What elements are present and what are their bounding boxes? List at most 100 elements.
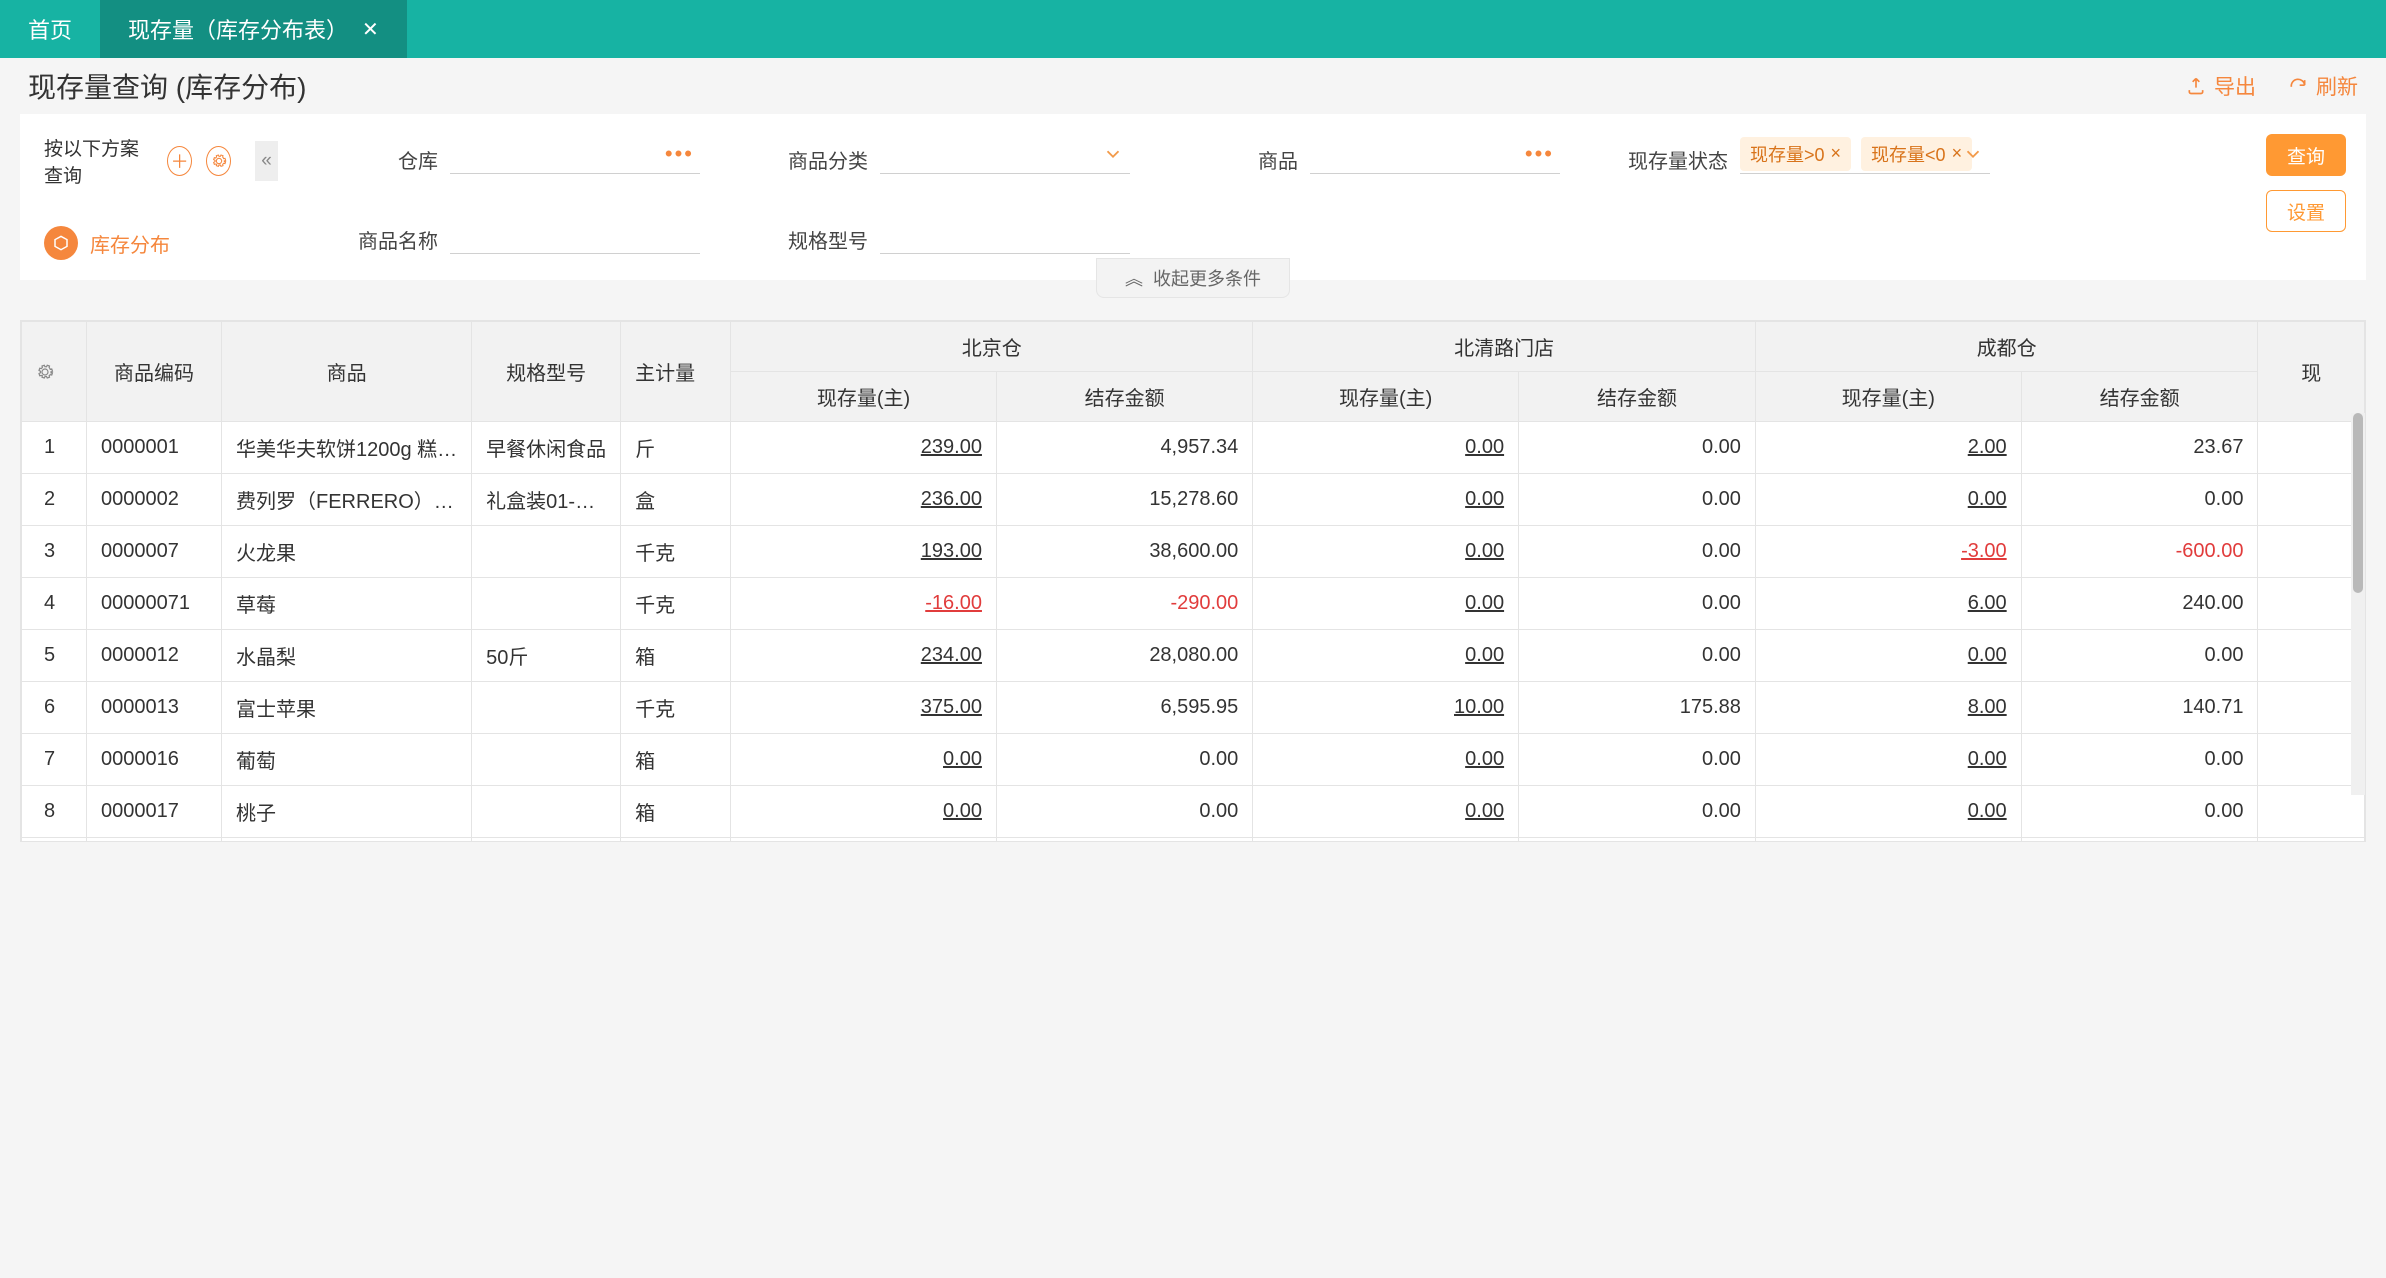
cell [472,734,621,786]
status-input[interactable]: 现存量>0× 现存量<0× [1740,134,1990,174]
amt-cell: 28,080.00 [996,630,1252,682]
amt-cell: 15,278.60 [996,474,1252,526]
settings-button[interactable]: 设置 [2266,190,2346,232]
close-icon[interactable]: ✕ [362,17,379,42]
qty-cell[interactable]: 2.00 [1755,422,2021,474]
qty-cell[interactable]: 0.00 [1253,838,1519,842]
title-actions: 导出 刷新 [2186,71,2358,101]
cell: 袋 [621,838,731,842]
col-group-bq[interactable]: 北清路门店 [1253,322,1756,372]
col-qty-partial[interactable]: 现 [2258,322,2365,422]
add-scheme-button[interactable]: ＋ [167,146,192,176]
scheme-title-row: 按以下方案查询 ＋ « [44,134,278,188]
product-name-field: 商品名称 [310,214,700,254]
refresh-label: 刷新 [2316,71,2358,101]
col-unit[interactable]: 主计量 [621,322,731,422]
close-icon[interactable]: × [1952,143,1963,164]
table-row[interactable]: 50000012水晶梨50斤箱234.0028,080.000.000.000.… [22,630,2365,682]
qty-cell[interactable]: 0.00 [1253,422,1519,474]
qty-cell[interactable]: 0.00 [1755,734,2021,786]
table-row[interactable]: 90000020百香果袋0.000.000.000.000.000.00 [22,838,2365,842]
qty-cell[interactable]: -3.00 [1755,526,2021,578]
qty-cell[interactable]: 193.00 [731,526,997,578]
cell: 千克 [621,578,731,630]
warehouse-field: 仓库 ••• [310,134,700,174]
chevron-down-icon[interactable] [1962,143,1984,165]
collapse-sidebar-button[interactable]: « [255,141,278,181]
export-button[interactable]: 导出 [2186,71,2256,101]
qty-cell[interactable]: 6.00 [1755,578,2021,630]
table-row[interactable]: 60000013富士苹果千克375.006,595.9510.00175.888… [22,682,2365,734]
close-icon[interactable]: × [1831,143,1842,164]
qty-cell[interactable]: 234.00 [731,630,997,682]
qty-cell[interactable]: 0.00 [731,786,997,838]
vertical-scrollbar[interactable] [2351,413,2365,795]
tab-current[interactable]: 现存量（库存分布表） ✕ [100,0,407,58]
qty-cell[interactable]: 10.00 [1253,682,1519,734]
qty-cell[interactable]: 0.00 [1755,838,2021,842]
warehouse-input[interactable]: ••• [450,134,700,174]
qty-cell[interactable]: 0.00 [1253,578,1519,630]
table-row[interactable]: 80000017桃子箱0.000.000.000.000.000.00 [22,786,2365,838]
category-label: 商品分类 [740,145,880,174]
qty-cell[interactable]: 0.00 [1253,474,1519,526]
qty-cell[interactable]: 239.00 [731,422,997,474]
col-group-bj[interactable]: 北京仓 [731,322,1253,372]
qty-cell[interactable]: 0.00 [1755,786,2021,838]
qty-cell[interactable]: 0.00 [1755,630,2021,682]
qty-cell[interactable]: 0.00 [1755,474,2021,526]
table-row[interactable]: 400000071草莓千克-16.00-290.000.000.006.0024… [22,578,2365,630]
col-product[interactable]: 商品 [222,322,472,422]
scheme-settings-button[interactable] [206,146,231,176]
product-input[interactable]: ••• [1310,134,1560,174]
table-row[interactable]: 20000002费列罗（FERRERO）…礼盒装01-…盒236.0015,27… [22,474,2365,526]
export-label: 导出 [2214,71,2256,101]
table-row[interactable]: 10000001华美华夫软饼1200g 糕…早餐休闲食品斤239.004,957… [22,422,2365,474]
tab-home[interactable]: 首页 [0,0,100,58]
col-cd-amt[interactable]: 结存金额 [2021,372,2258,422]
col-spec[interactable]: 规格型号 [472,322,621,422]
table-row[interactable]: 70000016葡萄箱0.000.000.000.000.000.00 [22,734,2365,786]
col-group-cd[interactable]: 成都仓 [1755,322,2258,372]
category-input[interactable] [880,134,1130,174]
col-bj-amt[interactable]: 结存金额 [996,372,1252,422]
col-bq-amt[interactable]: 结存金额 [1519,372,1756,422]
col-code[interactable]: 商品编码 [87,322,222,422]
cell: 费列罗（FERRERO）… [222,474,472,526]
cell: 0000013 [87,682,222,734]
more-icon[interactable]: ••• [665,141,694,167]
status-chip-lt0[interactable]: 现存量<0× [1861,137,1972,171]
col-bq-qty[interactable]: 现存量(主) [1253,372,1519,422]
refresh-button[interactable]: 刷新 [2288,71,2358,101]
column-settings-button[interactable] [22,322,87,422]
qty-cell[interactable]: 0.00 [1253,786,1519,838]
qty-cell[interactable]: 375.00 [731,682,997,734]
qty-cell[interactable]: 236.00 [731,474,997,526]
col-bj-qty[interactable]: 现存量(主) [731,372,997,422]
qty-cell[interactable]: 0.00 [1253,630,1519,682]
query-button[interactable]: 查询 [2266,134,2346,176]
scrollbar-thumb[interactable] [2353,413,2363,593]
qty-cell[interactable]: 0.00 [1253,734,1519,786]
qty-cell[interactable]: 0.00 [731,838,997,842]
product-name-input[interactable] [450,214,700,254]
cell: 箱 [621,734,731,786]
table-scroll[interactable]: 商品编码 商品 规格型号 主计量 北京仓 北清路门店 成都仓 现 现存量(主) … [21,321,2365,841]
amt-cell: 0.00 [2021,474,2258,526]
cube-icon [44,226,78,260]
qty-cell[interactable]: -16.00 [731,578,997,630]
table-row[interactable]: 30000007火龙果千克193.0038,600.000.000.00-3.0… [22,526,2365,578]
spec-input[interactable] [880,214,1130,254]
qty-cell[interactable]: 0.00 [1253,526,1519,578]
col-cd-qty[interactable]: 现存量(主) [1755,372,2021,422]
scheme-item-active[interactable]: 库存分布 [44,226,278,260]
cell: 0000001 [87,422,222,474]
more-icon[interactable]: ••• [1525,141,1554,167]
collapse-filters-button[interactable]: ︽ 收起更多条件 [1096,258,1290,298]
amt-cell: 6,595.95 [996,682,1252,734]
chevron-down-icon[interactable] [1102,143,1124,165]
cell: 0000020 [87,838,222,842]
qty-cell[interactable]: 0.00 [731,734,997,786]
status-chip-gt0[interactable]: 现存量>0× [1740,137,1851,171]
qty-cell[interactable]: 8.00 [1755,682,2021,734]
